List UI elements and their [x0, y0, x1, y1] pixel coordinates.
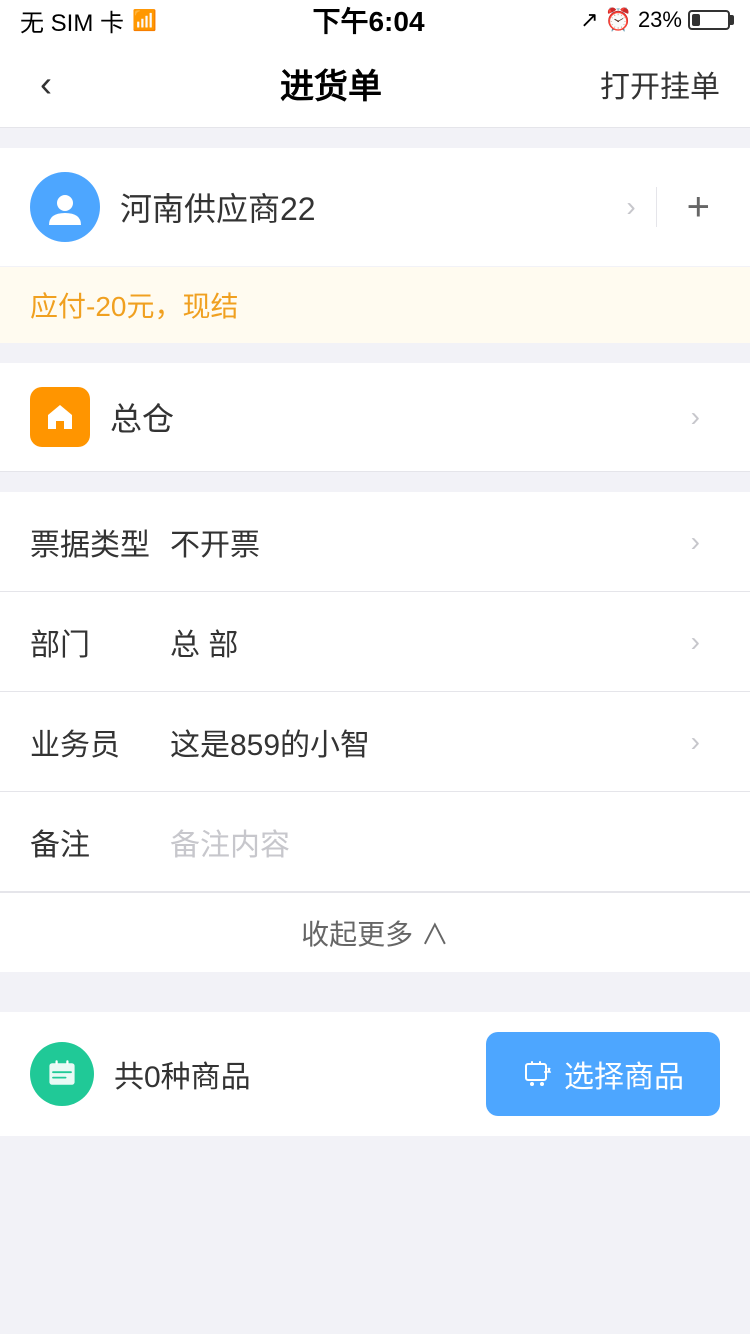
- battery-icon: [688, 10, 730, 30]
- collapse-label: 收起更多 ∧: [301, 913, 449, 953]
- department-row[interactable]: 部门 总 部 ›: [0, 592, 750, 692]
- select-product-button[interactable]: 选择商品: [486, 1032, 720, 1116]
- section-gap-2: [0, 343, 750, 363]
- bottom-bar: 共0种商品 选择商品: [0, 1012, 750, 1136]
- product-count: 共0种商品: [114, 1052, 466, 1096]
- section-gap-3: [0, 472, 750, 492]
- section-gap-1: [0, 128, 750, 148]
- supplier-chevron-icon: ›: [626, 191, 635, 223]
- collapse-row[interactable]: 收起更多 ∧: [0, 892, 750, 972]
- section-gap-4: [0, 972, 750, 992]
- invoice-type-label: 票据类型: [30, 520, 170, 564]
- salesperson-row[interactable]: 业务员 这是859的小智 ›: [0, 692, 750, 792]
- department-label: 部门: [30, 620, 170, 664]
- department-chevron: ›: [691, 626, 700, 658]
- salesperson-chevron: ›: [691, 726, 700, 758]
- remark-label: 备注: [30, 820, 170, 864]
- supplier-name: 河南供应商22: [120, 184, 626, 230]
- no-sim-text: 无 SIM 卡: [20, 3, 124, 38]
- page-title: 进货单: [280, 59, 382, 108]
- warehouse-row[interactable]: 总仓 ›: [0, 363, 750, 472]
- nav-bar: ‹ 进货单 打开挂单: [0, 40, 750, 128]
- warehouse-name: 总仓: [110, 394, 691, 440]
- supplier-avatar: [30, 172, 100, 242]
- status-left: 无 SIM 卡 📶: [20, 3, 157, 38]
- salesperson-value: 这是859的小智: [170, 720, 691, 764]
- form-section: 票据类型 不开票 › 部门 总 部 › 业务员 这是859的小智 › 备注 备注…: [0, 492, 750, 972]
- salesperson-label: 业务员: [30, 720, 170, 764]
- product-icon: [30, 1042, 94, 1106]
- remark-input[interactable]: 备注内容: [170, 820, 720, 864]
- notice-banner: 应付-20元，现结: [0, 267, 750, 343]
- remark-row[interactable]: 备注 备注内容: [0, 792, 750, 892]
- back-button[interactable]: ‹: [30, 53, 62, 115]
- status-bar: 无 SIM 卡 📶 下午6:04 ↗ ⏰ 23%: [0, 0, 750, 40]
- warehouse-icon: [30, 387, 90, 447]
- department-value: 总 部: [170, 620, 691, 664]
- status-right: ↗ ⏰ 23%: [580, 7, 730, 33]
- warehouse-section: 总仓 ›: [0, 363, 750, 472]
- wifi-icon: 📶: [132, 8, 157, 33]
- status-time: 下午6:04: [312, 0, 424, 40]
- open-pending-button[interactable]: 打开挂单: [600, 62, 720, 106]
- invoice-type-value: 不开票: [170, 520, 691, 564]
- supplier-row[interactable]: 河南供应商22 › +: [0, 148, 750, 267]
- location-icon: ↗: [580, 7, 598, 33]
- select-product-label: 选择商品: [564, 1052, 684, 1096]
- vertical-divider: [656, 187, 657, 227]
- notice-text: 应付-20元，现结: [30, 291, 238, 322]
- battery-pct: 23%: [638, 7, 682, 33]
- invoice-type-chevron: ›: [691, 526, 700, 558]
- alarm-icon: ⏰: [605, 7, 632, 33]
- cart-icon: [522, 1058, 554, 1090]
- warehouse-chevron-icon: ›: [691, 401, 700, 433]
- invoice-type-row[interactable]: 票据类型 不开票 ›: [0, 492, 750, 592]
- add-supplier-button[interactable]: +: [677, 181, 720, 234]
- supplier-section: 河南供应商22 › + 应付-20元，现结: [0, 148, 750, 343]
